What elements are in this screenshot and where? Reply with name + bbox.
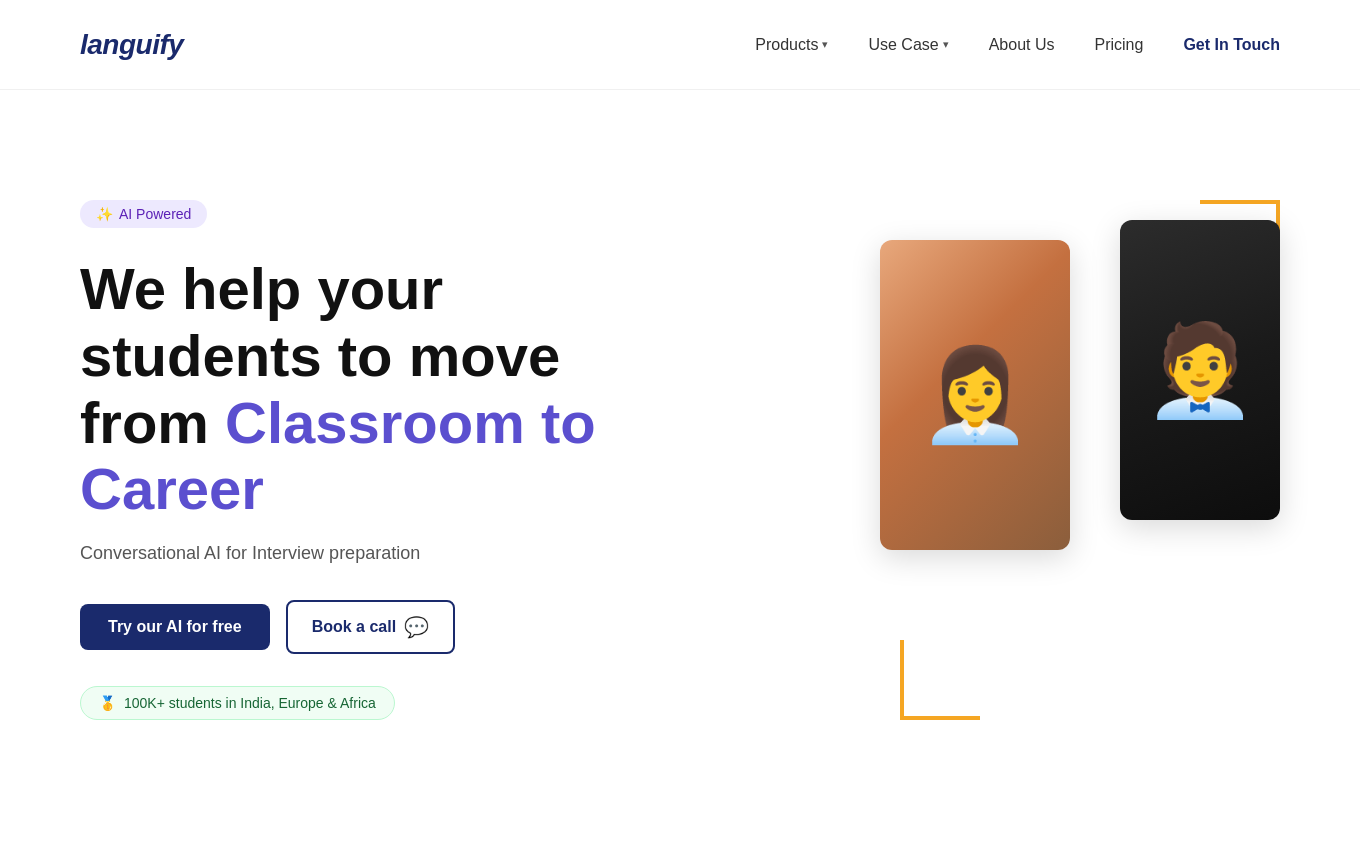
hero-subtext: Conversational AI for Interview preparat… xyxy=(80,543,660,564)
man-photo-card: 🧑‍💼 xyxy=(1120,220,1280,520)
hero-section: ✨ AI Powered We help your students to mo… xyxy=(0,90,1360,850)
nav-link-pricing[interactable]: Pricing xyxy=(1095,36,1144,54)
nav-item-use-case[interactable]: Use Case ▾ xyxy=(868,36,948,54)
woman-photo-card: 👩‍💼 xyxy=(880,240,1070,550)
medal-icon: 🥇 xyxy=(99,695,116,711)
students-text: 100K+ students in India, Europe & Africa xyxy=(124,695,376,711)
man-photo: 🧑‍💼 xyxy=(1120,220,1280,520)
cta-buttons: Try our AI for free Book a call 💬 xyxy=(80,600,660,654)
hero-heading: We help your students to move from Class… xyxy=(80,256,660,523)
nav-item-get-in-touch[interactable]: Get In Touch xyxy=(1183,36,1280,54)
book-call-button[interactable]: Book a call 💬 xyxy=(286,600,455,654)
woman-silhouette-icon: 👩‍💼 xyxy=(919,350,1031,440)
logo[interactable]: languify xyxy=(80,29,183,61)
woman-photo: 👩‍💼 xyxy=(880,240,1070,550)
hero-image-composition: 👩‍💼 🧑‍💼 xyxy=(880,200,1280,720)
nav-link-products[interactable]: Products ▾ xyxy=(755,36,828,54)
nav-item-pricing[interactable]: Pricing xyxy=(1095,36,1144,54)
nav-item-about-us[interactable]: About Us xyxy=(989,36,1055,54)
try-ai-button[interactable]: Try our AI for free xyxy=(80,604,270,650)
navbar: languify Products ▾ Use Case ▾ About Us … xyxy=(0,0,1360,90)
bottom-left-bracket xyxy=(900,640,980,720)
nav-link-about-us[interactable]: About Us xyxy=(989,36,1055,54)
chevron-down-icon: ▾ xyxy=(943,38,949,51)
hero-content: ✨ AI Powered We help your students to mo… xyxy=(80,200,660,720)
students-badge: 🥇 100K+ students in India, Europe & Afri… xyxy=(80,686,395,720)
book-call-label: Book a call xyxy=(312,618,396,636)
chevron-down-icon: ▾ xyxy=(822,38,828,51)
nav-item-products[interactable]: Products ▾ xyxy=(755,36,828,54)
nav-link-get-in-touch[interactable]: Get In Touch xyxy=(1183,36,1280,54)
ai-powered-badge: ✨ AI Powered xyxy=(80,200,207,228)
nav-link-use-case[interactable]: Use Case ▾ xyxy=(868,36,948,54)
sparkle-icon: ✨ xyxy=(96,206,113,222)
nav-links: Products ▾ Use Case ▾ About Us Pricing G… xyxy=(755,36,1280,54)
badge-text: AI Powered xyxy=(119,206,191,222)
man-silhouette-icon: 🧑‍💼 xyxy=(1144,325,1256,415)
chat-icon: 💬 xyxy=(404,615,429,639)
